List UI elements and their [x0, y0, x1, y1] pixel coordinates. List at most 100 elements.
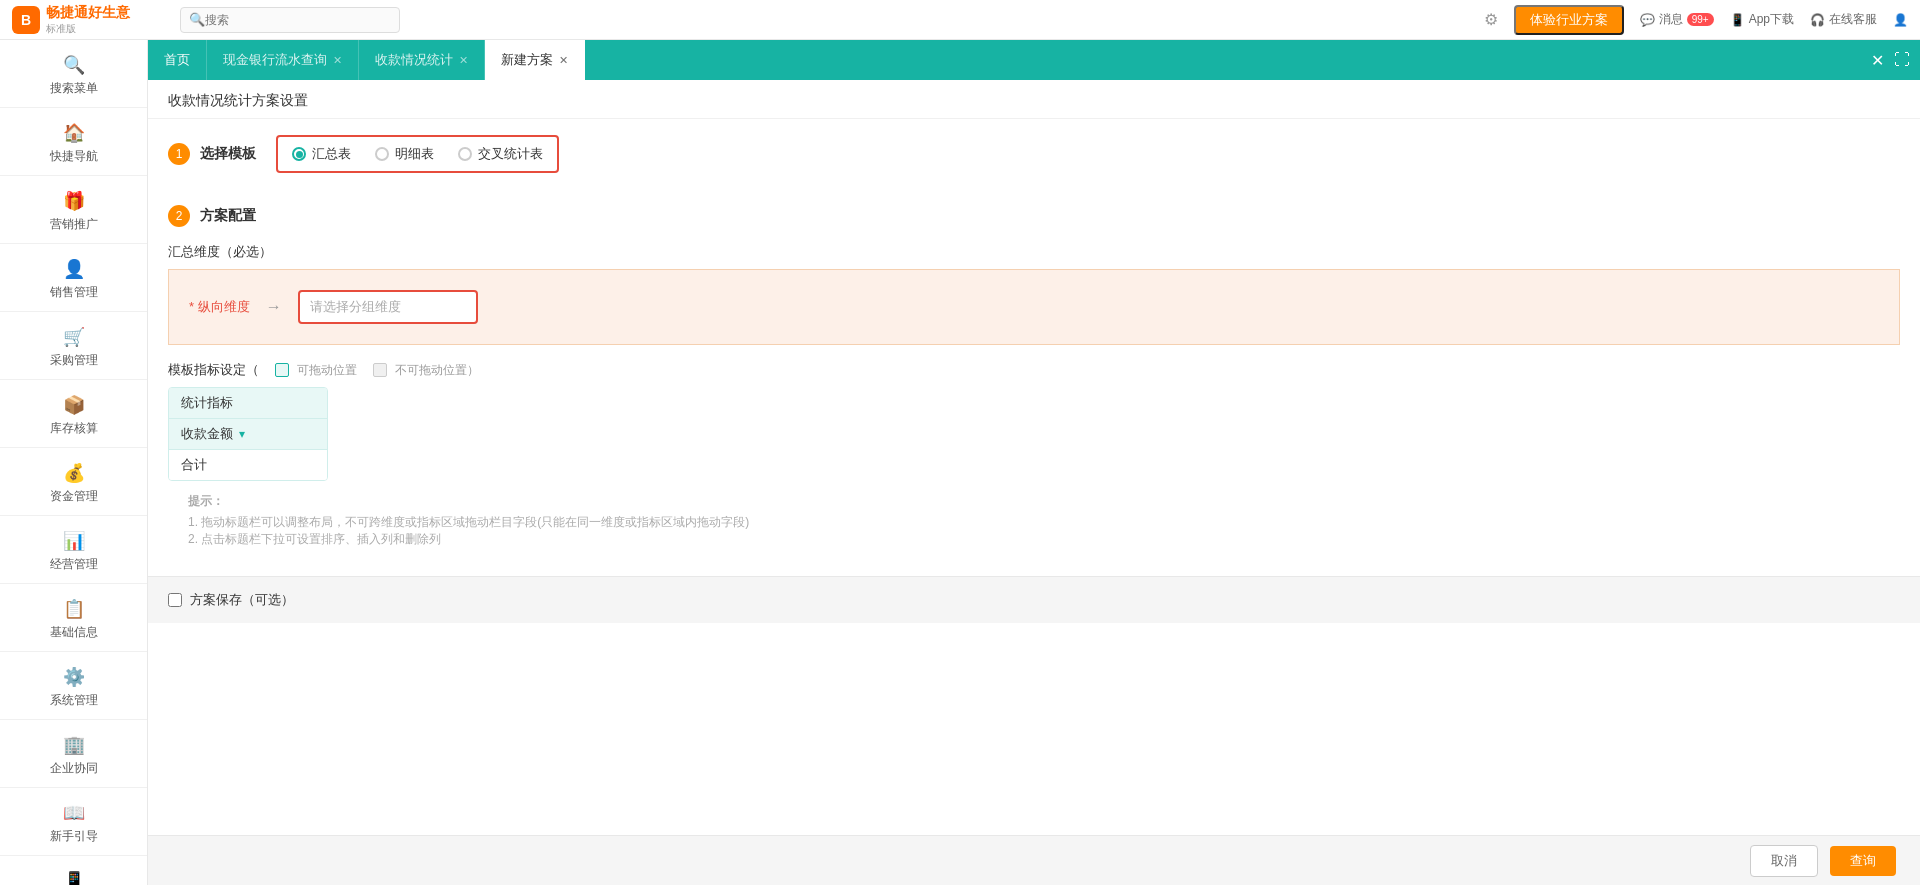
- tips-line1: 1. 拖动标题栏可以调整布局，不可跨维度或指标区域拖动栏目字段(只能在同一维度或…: [188, 514, 1880, 531]
- tab-new-plan[interactable]: 新建方案 ✕: [485, 40, 585, 80]
- sidebar-icon-search-menu: 🔍: [63, 54, 85, 76]
- step2-label: 方案配置: [200, 207, 256, 225]
- tips-line2: 2. 点击标题栏下拉可设置排序、插入列和删除列: [188, 531, 1880, 548]
- sidebar-item-quick-nav[interactable]: 🏠 快捷导航: [0, 108, 147, 176]
- sidebar-icon-quick-nav: 🏠: [63, 122, 85, 144]
- tips-title: 提示：: [188, 493, 1880, 510]
- dim-select[interactable]: 请选择分组维度: [298, 290, 478, 324]
- tab-close-icon[interactable]: ✕: [1871, 51, 1884, 70]
- radio-dot-detail: [375, 147, 389, 161]
- tab-home[interactable]: 首页: [148, 40, 207, 80]
- sidebar-item-operations[interactable]: 📊 经营管理: [0, 516, 147, 584]
- legend-draggable: 可拖动位置: [275, 362, 357, 379]
- tab-receipt-stat[interactable]: 收款情况统计 ✕: [359, 40, 485, 80]
- sidebar: 🔍 搜索菜单 🏠 快捷导航 🎁 营销推广 👤 销售管理 🛒 采购管理 📦 库存核…: [0, 40, 148, 885]
- cancel-button[interactable]: 取消: [1750, 845, 1818, 877]
- step1-label: 选择模板: [200, 145, 256, 163]
- indicator-table: 统计指标 收款金额 ▾ 合计: [168, 387, 328, 481]
- logo-icon: B: [12, 6, 40, 34]
- sidebar-label-search-menu: 搜索菜单: [50, 80, 98, 97]
- sidebar-item-basic-info[interactable]: 📋 基础信息: [0, 584, 147, 652]
- sidebar-item-sales[interactable]: 👤 销售管理: [0, 244, 147, 312]
- step1-row: 1 选择模板 汇总表 明细表 交叉统计表: [168, 135, 1900, 173]
- radio-label-cross: 交叉统计表: [478, 145, 543, 163]
- radio-cross[interactable]: 交叉统计表: [458, 145, 543, 163]
- sidebar-item-sys-manage[interactable]: ⚙️ 系统管理: [0, 652, 147, 720]
- radio-detail[interactable]: 明细表: [375, 145, 434, 163]
- query-button[interactable]: 查询: [1830, 846, 1896, 876]
- radio-label-summary: 汇总表: [312, 145, 351, 163]
- sidebar-label-marketing: 营销推广: [50, 216, 98, 233]
- top-bar: B 畅捷通好生意 标准版 🔍 ⚙ 体验行业方案 💬 消息 99+ 📱 App下载…: [0, 0, 1920, 40]
- search-bar[interactable]: 🔍: [180, 7, 400, 33]
- sidebar-icon-smart-hw: 📱: [63, 870, 85, 885]
- dim-arrow: →: [266, 298, 282, 316]
- template-radio-group: 汇总表 明细表 交叉统计表: [276, 135, 559, 173]
- tab-close-bank-flow[interactable]: ✕: [333, 54, 342, 67]
- sidebar-item-marketing[interactable]: 🎁 营销推广: [0, 176, 147, 244]
- user-avatar[interactable]: 👤: [1893, 13, 1908, 27]
- sidebar-label-finance: 资金管理: [50, 488, 98, 505]
- dim-section-title: 汇总维度（必选）: [168, 243, 1900, 261]
- gear-icon[interactable]: ⚙: [1484, 10, 1498, 29]
- sidebar-item-finance[interactable]: 💰 资金管理: [0, 448, 147, 516]
- support-icon: 🎧: [1810, 13, 1825, 27]
- indicator-col-header[interactable]: 收款金额 ▾: [169, 419, 327, 450]
- sidebar-label-enterprise: 企业协同: [50, 760, 98, 777]
- sidebar-icon-finance: 💰: [63, 462, 85, 484]
- vertical-dim-label: * 纵向维度: [189, 298, 250, 316]
- sidebar-item-search-menu[interactable]: 🔍 搜索菜单: [0, 40, 147, 108]
- sidebar-label-newbie: 新手引导: [50, 828, 98, 845]
- tab-close-new-plan[interactable]: ✕: [559, 54, 568, 67]
- step2-row: 2 方案配置: [168, 205, 1900, 227]
- footer: 取消 查询: [148, 835, 1920, 885]
- sidebar-item-inventory[interactable]: 📦 库存核算: [0, 380, 147, 448]
- notification-btn[interactable]: 💬 消息 99+: [1640, 11, 1714, 28]
- radio-summary[interactable]: 汇总表: [292, 145, 351, 163]
- sidebar-icon-purchase: 🛒: [63, 326, 85, 348]
- sidebar-label-sales: 销售管理: [50, 284, 98, 301]
- tab-maximize-icon[interactable]: ⛶: [1894, 51, 1910, 69]
- tab-label-new-plan: 新建方案: [501, 51, 553, 69]
- dim-row: * 纵向维度 → 请选择分组维度: [189, 290, 1879, 324]
- sidebar-item-purchase[interactable]: 🛒 采购管理: [0, 312, 147, 380]
- legend-fixed: 不可拖动位置）: [373, 362, 479, 379]
- tab-bank-flow[interactable]: 现金银行流水查询 ✕: [207, 40, 359, 80]
- indicator-section: 模板指标设定（ 可拖动位置 不可拖动位置）: [168, 361, 1900, 481]
- save-checkbox[interactable]: [168, 593, 182, 607]
- tab-label-receipt-stat: 收款情况统计: [375, 51, 453, 69]
- download-btn[interactable]: 📱 App下载: [1730, 11, 1794, 28]
- page-title-bar: 收款情况统计方案设置: [148, 80, 1920, 119]
- sidebar-label-basic-info: 基础信息: [50, 624, 98, 641]
- step1-badge: 1: [168, 143, 190, 165]
- radio-dot-cross: [458, 147, 472, 161]
- support-btn[interactable]: 🎧 在线客服: [1810, 11, 1877, 28]
- indicator-table-header[interactable]: 统计指标: [169, 388, 327, 419]
- indicator-table-area: 统计指标 收款金额 ▾ 合计: [168, 387, 1900, 481]
- sidebar-icon-marketing: 🎁: [63, 190, 85, 212]
- step2-section: 2 方案配置 汇总维度（必选） * 纵向维度 → 请选择分组维度: [148, 205, 1920, 576]
- logo-badge: 标准版: [46, 22, 130, 36]
- download-icon: 📱: [1730, 13, 1745, 27]
- tab-close-receipt-stat[interactable]: ✕: [459, 54, 468, 67]
- sidebar-label-sys-manage: 系统管理: [50, 692, 98, 709]
- sidebar-label-quick-nav: 快捷导航: [50, 148, 98, 165]
- notification-badge: 99+: [1687, 13, 1714, 26]
- notification-icon: 💬: [1640, 13, 1655, 27]
- page-content: 收款情况统计方案设置 1 选择模板 汇总表 明细表 交叉统计表: [148, 80, 1920, 835]
- sidebar-item-newbie[interactable]: 📖 新手引导: [0, 788, 147, 856]
- trial-button[interactable]: 体验行业方案: [1514, 5, 1624, 35]
- sidebar-item-smart-hw[interactable]: 📱 智能硬件: [0, 856, 147, 885]
- sidebar-icon-inventory: 📦: [63, 394, 85, 416]
- sidebar-icon-sales: 👤: [63, 258, 85, 280]
- content-area: 首页现金银行流水查询 ✕ 收款情况统计 ✕ 新建方案 ✕ ✕ ⛶ 收款情况统计方案设置 1…: [148, 40, 1920, 885]
- step1-section: 1 选择模板 汇总表 明细表 交叉统计表: [148, 119, 1920, 205]
- sidebar-item-enterprise[interactable]: 🏢 企业协同: [0, 720, 147, 788]
- indicator-row-total: 合计: [169, 450, 327, 480]
- search-input[interactable]: [205, 13, 365, 27]
- chevron-down-icon: ▾: [239, 427, 245, 441]
- step2-badge: 2: [168, 205, 190, 227]
- tab-label-bank-flow: 现金银行流水查询: [223, 51, 327, 69]
- page-title: 收款情况统计方案设置: [168, 92, 308, 108]
- sidebar-label-inventory: 库存核算: [50, 420, 98, 437]
